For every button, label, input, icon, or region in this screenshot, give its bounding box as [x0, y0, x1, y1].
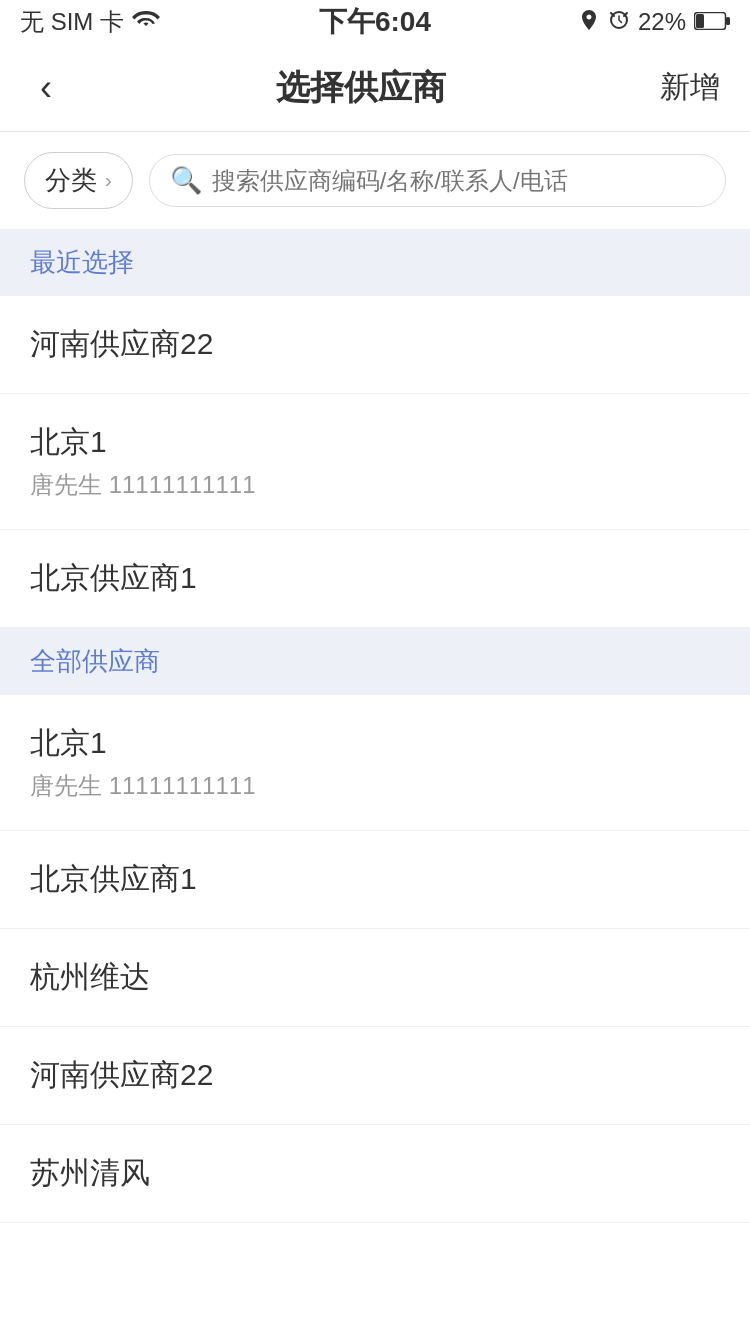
list-item[interactable]: 河南供应商22	[0, 1027, 750, 1125]
recent-list: 河南供应商22 北京1 唐先生 11111111111 北京供应商1	[0, 296, 750, 628]
svg-rect-3	[696, 14, 704, 28]
search-input[interactable]	[212, 167, 705, 195]
battery-icon	[694, 8, 730, 36]
svg-rect-2	[726, 17, 730, 25]
back-button[interactable]: ‹	[30, 57, 62, 119]
list-item[interactable]: 杭州维达	[0, 929, 750, 1027]
item-name: 北京供应商1	[30, 859, 720, 900]
list-item[interactable]: 北京供应商1	[0, 530, 750, 628]
list-item[interactable]: 北京供应商1	[0, 831, 750, 929]
wifi-icon	[132, 8, 160, 36]
search-icon: 🔍	[170, 165, 202, 196]
chevron-right-icon: ›	[105, 169, 112, 192]
search-bar[interactable]: 🔍	[149, 154, 726, 207]
item-name: 北京1	[30, 723, 720, 764]
page-title: 选择供应商	[276, 65, 446, 111]
list-item[interactable]: 河南供应商22	[0, 296, 750, 394]
item-detail: 唐先生 11111111111	[30, 770, 720, 802]
all-section-header: 全部供应商	[0, 628, 750, 695]
list-item[interactable]: 北京1 唐先生 11111111111	[0, 394, 750, 530]
add-button[interactable]: 新增	[660, 67, 720, 108]
filter-bar: 分类 › 🔍	[0, 132, 750, 229]
status-time: 下午6:04	[319, 3, 431, 41]
item-name: 杭州维达	[30, 957, 720, 998]
status-right: 22%	[578, 8, 730, 36]
alarm-icon	[608, 8, 630, 36]
all-list: 北京1 唐先生 11111111111 北京供应商1 杭州维达 河南供应商22 …	[0, 695, 750, 1223]
nav-bar: ‹ 选择供应商 新增	[0, 44, 750, 132]
recent-section-header: 最近选择	[0, 229, 750, 296]
battery-text: 22%	[638, 8, 686, 36]
category-filter[interactable]: 分类 ›	[24, 152, 133, 209]
item-name: 北京供应商1	[30, 558, 720, 599]
item-name: 北京1	[30, 422, 720, 463]
item-name: 河南供应商22	[30, 324, 720, 365]
item-detail: 唐先生 11111111111	[30, 469, 720, 501]
location-icon	[578, 8, 600, 36]
item-name: 苏州清风	[30, 1153, 720, 1194]
list-item[interactable]: 北京1 唐先生 11111111111	[0, 695, 750, 831]
list-item[interactable]: 苏州清风	[0, 1125, 750, 1223]
carrier-text: 无 SIM 卡	[20, 6, 124, 38]
item-name: 河南供应商22	[30, 1055, 720, 1096]
status-bar: 无 SIM 卡 下午6:04 22%	[0, 0, 750, 44]
status-left: 无 SIM 卡	[20, 6, 160, 38]
category-label: 分类	[45, 163, 97, 198]
